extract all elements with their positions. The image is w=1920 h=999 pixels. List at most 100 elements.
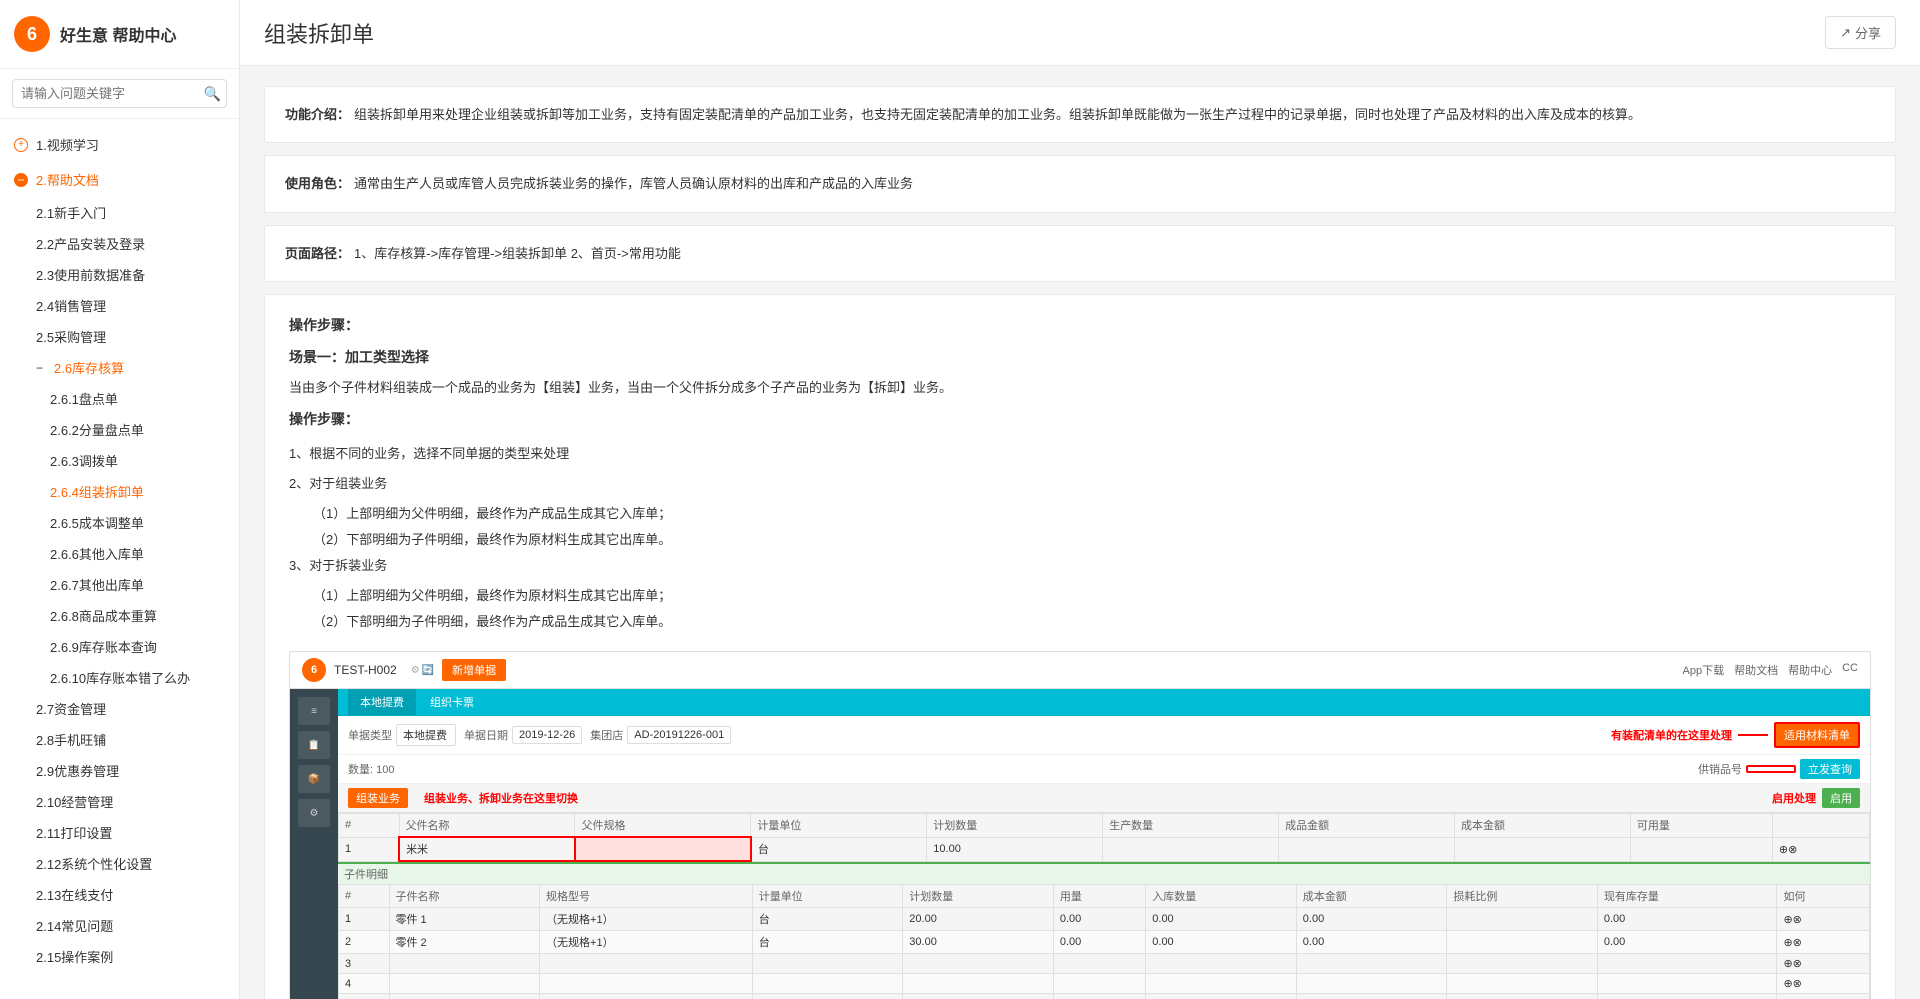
sidebar-item-finance[interactable]: 2.7资金管理 bbox=[36, 693, 239, 724]
path-label: 页面路径： bbox=[285, 246, 350, 261]
sim-type-value[interactable]: 本地提费 bbox=[396, 724, 456, 746]
step3: 3、对于拆装业务 bbox=[289, 553, 1871, 579]
sim-field-type: 单据类型 本地提费 bbox=[348, 724, 456, 746]
sidebar-item-coupon[interactable]: 2.9优惠券管理 bbox=[36, 755, 239, 786]
sidebar-item-stock-error[interactable]: 2.6.10库存账本错了么办 bbox=[50, 662, 239, 693]
sim-th-2: 父件名称 bbox=[399, 814, 575, 838]
intro-label: 功能介绍： bbox=[285, 107, 350, 122]
sidebar-item-docs[interactable]: − 2.帮助文档 bbox=[0, 162, 239, 197]
collapse-icon: − bbox=[14, 173, 28, 187]
step2: 2、对于组装业务 bbox=[289, 471, 1871, 497]
sidebar-logo: 6 好生意 帮助中心 bbox=[0, 0, 239, 69]
sidebar-item-faq[interactable]: 2.14常见问题 bbox=[36, 910, 239, 941]
scene-title: 场景一：加工类型选择 bbox=[289, 347, 1871, 367]
main-area: 组装拆卸单 ↗ 分享 功能介绍：组装拆卸单用来处理企业组装或拆卸等加工业务，支持… bbox=[240, 0, 1920, 999]
sidebar-item-other-in[interactable]: 2.6.6其他入库单 bbox=[50, 538, 239, 569]
scene-desc: 当由多个子件材料组装成一个成品的业务为【组装】业务，当由一个父件拆分成多个子产品… bbox=[289, 375, 1871, 401]
sim-search-value[interactable] bbox=[1746, 765, 1796, 773]
sim-search-label: 供销品号 bbox=[1698, 761, 1742, 777]
sidebar-item-sub-stocktake[interactable]: 2.6.2分量盘点单 bbox=[50, 414, 239, 445]
sidebar-item-mobile[interactable]: 2.8手机旺铺 bbox=[36, 724, 239, 755]
sim-sub-th-6: 用量 bbox=[1053, 885, 1145, 908]
sim-th-6: 生产数量 bbox=[1103, 814, 1279, 838]
sim-bill-value[interactable]: AD-20191226-001 bbox=[627, 726, 731, 744]
sidebar-item-stocktake[interactable]: 2.6.1盘点单 bbox=[50, 383, 239, 414]
sim-tab2[interactable]: 组织卡票 bbox=[418, 689, 486, 715]
step3-sub1: （1）上部明细为父件明细，最终作为原材料生成其它出库单； bbox=[289, 583, 1871, 609]
sim-topbar: 6 TEST-H002 ⚙ 🔄 新增单据 App下载 帮助文档 帮助中心 CC bbox=[290, 652, 1870, 689]
sidebar-item-sys-config[interactable]: 2.12系统个性化设置 bbox=[36, 848, 239, 879]
sidebar-item-label-inventory: 2.6库存核算 bbox=[54, 358, 124, 377]
sim-icon-3: 📦 bbox=[298, 765, 330, 793]
expand-icon: + bbox=[14, 138, 28, 152]
sim-sub-row-1: 1 零件 1 （无规格+1） 台 20.00 0.00 0.00 0.00 bbox=[339, 908, 1870, 931]
sim-sub-table: # 子件名称 规格型号 计量单位 计划数量 用量 入库数量 成本金额 损耗比例 bbox=[338, 884, 1870, 999]
sim-bill-label: 集团店 bbox=[590, 727, 623, 743]
sidebar-item-ops[interactable]: 2.10经营管理 bbox=[36, 786, 239, 817]
sidebar-item-cost-recalc[interactable]: 2.6.8商品成本重算 bbox=[50, 600, 239, 631]
sidebar-item-purchase[interactable]: 2.5采购管理 bbox=[36, 321, 239, 352]
sim-sub-th-5: 计划数量 bbox=[903, 885, 1054, 908]
sim-sub-th-10: 现有库存量 bbox=[1597, 885, 1777, 908]
sim-sub-th-1: # bbox=[339, 885, 390, 908]
steps-title: 操作步骤： bbox=[289, 409, 1871, 429]
sidebar-item-new-user[interactable]: 2.1新手入门 bbox=[36, 197, 239, 228]
sim-icon-4: ⚙ bbox=[298, 799, 330, 827]
sim-icon-1: ≡ bbox=[298, 697, 330, 725]
sim-main-panel: 本地提费 组织卡票 单据类型 本地提费 单据日期 bbox=[338, 689, 1870, 999]
sidebar-item-stock-check[interactable]: 2.6.9库存账本查询 bbox=[50, 631, 239, 662]
sidebar-item-online-pay[interactable]: 2.13在线支付 bbox=[36, 879, 239, 910]
sim-enable-btn[interactable]: 启用 bbox=[1822, 788, 1860, 808]
sim-sub-th-2: 子件名称 bbox=[389, 885, 540, 908]
sim-sub-th-4: 计量单位 bbox=[752, 885, 903, 908]
sim-td-avail bbox=[1630, 837, 1772, 861]
sim-newbill-btn[interactable]: 新增单据 bbox=[442, 659, 506, 681]
sim-td-name: 米米 bbox=[399, 837, 575, 861]
sim-sub-th-7: 入库数量 bbox=[1146, 885, 1297, 908]
sim-sub-th-9: 损耗比例 bbox=[1447, 885, 1598, 908]
sim-td-plan: 10.00 bbox=[927, 837, 1103, 861]
screenshot-box: 6 TEST-H002 ⚙ 🔄 新增单据 App下载 帮助文档 帮助中心 CC bbox=[289, 651, 1871, 999]
sim-th-1: # bbox=[339, 814, 400, 838]
role-label: 使用角色： bbox=[285, 176, 350, 191]
sidebar-item-data-prep[interactable]: 2.3使用前数据准备 bbox=[36, 259, 239, 290]
sim-search-btn[interactable]: 立发查询 bbox=[1800, 759, 1860, 779]
sim-th-7: 成品金额 bbox=[1279, 814, 1455, 838]
sidebar-item-print[interactable]: 2.11打印设置 bbox=[36, 817, 239, 848]
sim-sub-row-3: 3 bbox=[339, 954, 1870, 974]
sim-left-sidebar: ≡ 📋 📦 ⚙ bbox=[290, 689, 338, 999]
sidebar-item-sales[interactable]: 2.4销售管理 bbox=[36, 290, 239, 321]
sidebar-item-cases[interactable]: 2.15操作案例 bbox=[36, 941, 239, 972]
sim-th-9: 可用量 bbox=[1630, 814, 1772, 838]
sim-toggle-row: 组装业务 组装业务、拆卸业务在这里切换 启用处理 启用 bbox=[338, 784, 1870, 813]
sim-sub-th-row: # 子件名称 规格型号 计量单位 计划数量 用量 入库数量 成本金额 损耗比例 bbox=[339, 885, 1870, 908]
sim-assembly-btn[interactable]: 适用材料清单 bbox=[1774, 722, 1860, 748]
search-button[interactable]: 🔍 bbox=[204, 85, 221, 102]
sim-date-value[interactable]: 2019-12-26 bbox=[512, 726, 582, 744]
step2-sub2: （2）下部明细为子件明细，最终作为原材料生成其它出库单。 bbox=[289, 527, 1871, 553]
sidebar-item-install[interactable]: 2.2产品安装及登录 bbox=[36, 228, 239, 259]
sidebar-item-adjust[interactable]: 2.6.3调拨单 bbox=[50, 445, 239, 476]
sidebar: 6 好生意 帮助中心 🔍 + 1.视频学习 − 2.帮助文档 2.1新手入门 2… bbox=[0, 0, 240, 999]
path-body: 1、库存核算->库存管理->组装拆卸单 2、首页->常用功能 bbox=[354, 246, 681, 261]
sim-search-field: 供销品号 立发查询 bbox=[1698, 759, 1860, 779]
intro-section: 功能介绍：组装拆卸单用来处理企业组装或拆卸等加工业务，支持有固定装配清单的产品加… bbox=[264, 86, 1896, 143]
sidebar-item-video[interactable]: + 1.视频学习 bbox=[0, 127, 239, 162]
sim-toggle-btn[interactable]: 组装业务 bbox=[348, 788, 408, 808]
search-input[interactable] bbox=[12, 79, 227, 108]
sim-tab-active[interactable]: 本地提费 bbox=[348, 689, 416, 715]
sim-type-label: 单据类型 bbox=[348, 727, 392, 743]
sidebar-item-cost-adjust[interactable]: 2.6.5成本调整单 bbox=[50, 507, 239, 538]
sim-topbar-id: TEST-H002 bbox=[334, 663, 397, 677]
sidebar-item-inventory[interactable]: − 2.6库存核算 bbox=[36, 352, 239, 383]
sim-th-5: 计划数量 bbox=[927, 814, 1103, 838]
ops-title: 操作步骤： bbox=[289, 315, 1871, 335]
sidebar-item-other-out[interactable]: 2.6.7其他出库单 bbox=[50, 569, 239, 600]
sim-annotation-1: 有装配清单的在这里处理 bbox=[1611, 727, 1732, 743]
logo-icon: 6 bbox=[14, 16, 50, 52]
share-button[interactable]: ↗ 分享 bbox=[1825, 16, 1896, 49]
sim-sub-th-8: 成本金额 bbox=[1296, 885, 1447, 908]
steps-list: 1、根据不同的业务，选择不同单据的类型来处理 2、对于组装业务 （1）上部明细为… bbox=[289, 441, 1871, 635]
sidebar-item-assembly[interactable]: 2.6.4组装拆卸单 bbox=[50, 476, 239, 507]
sim-table-row-1: 1 米米 台 10.00 ⊕⊗ bbox=[339, 837, 1870, 861]
